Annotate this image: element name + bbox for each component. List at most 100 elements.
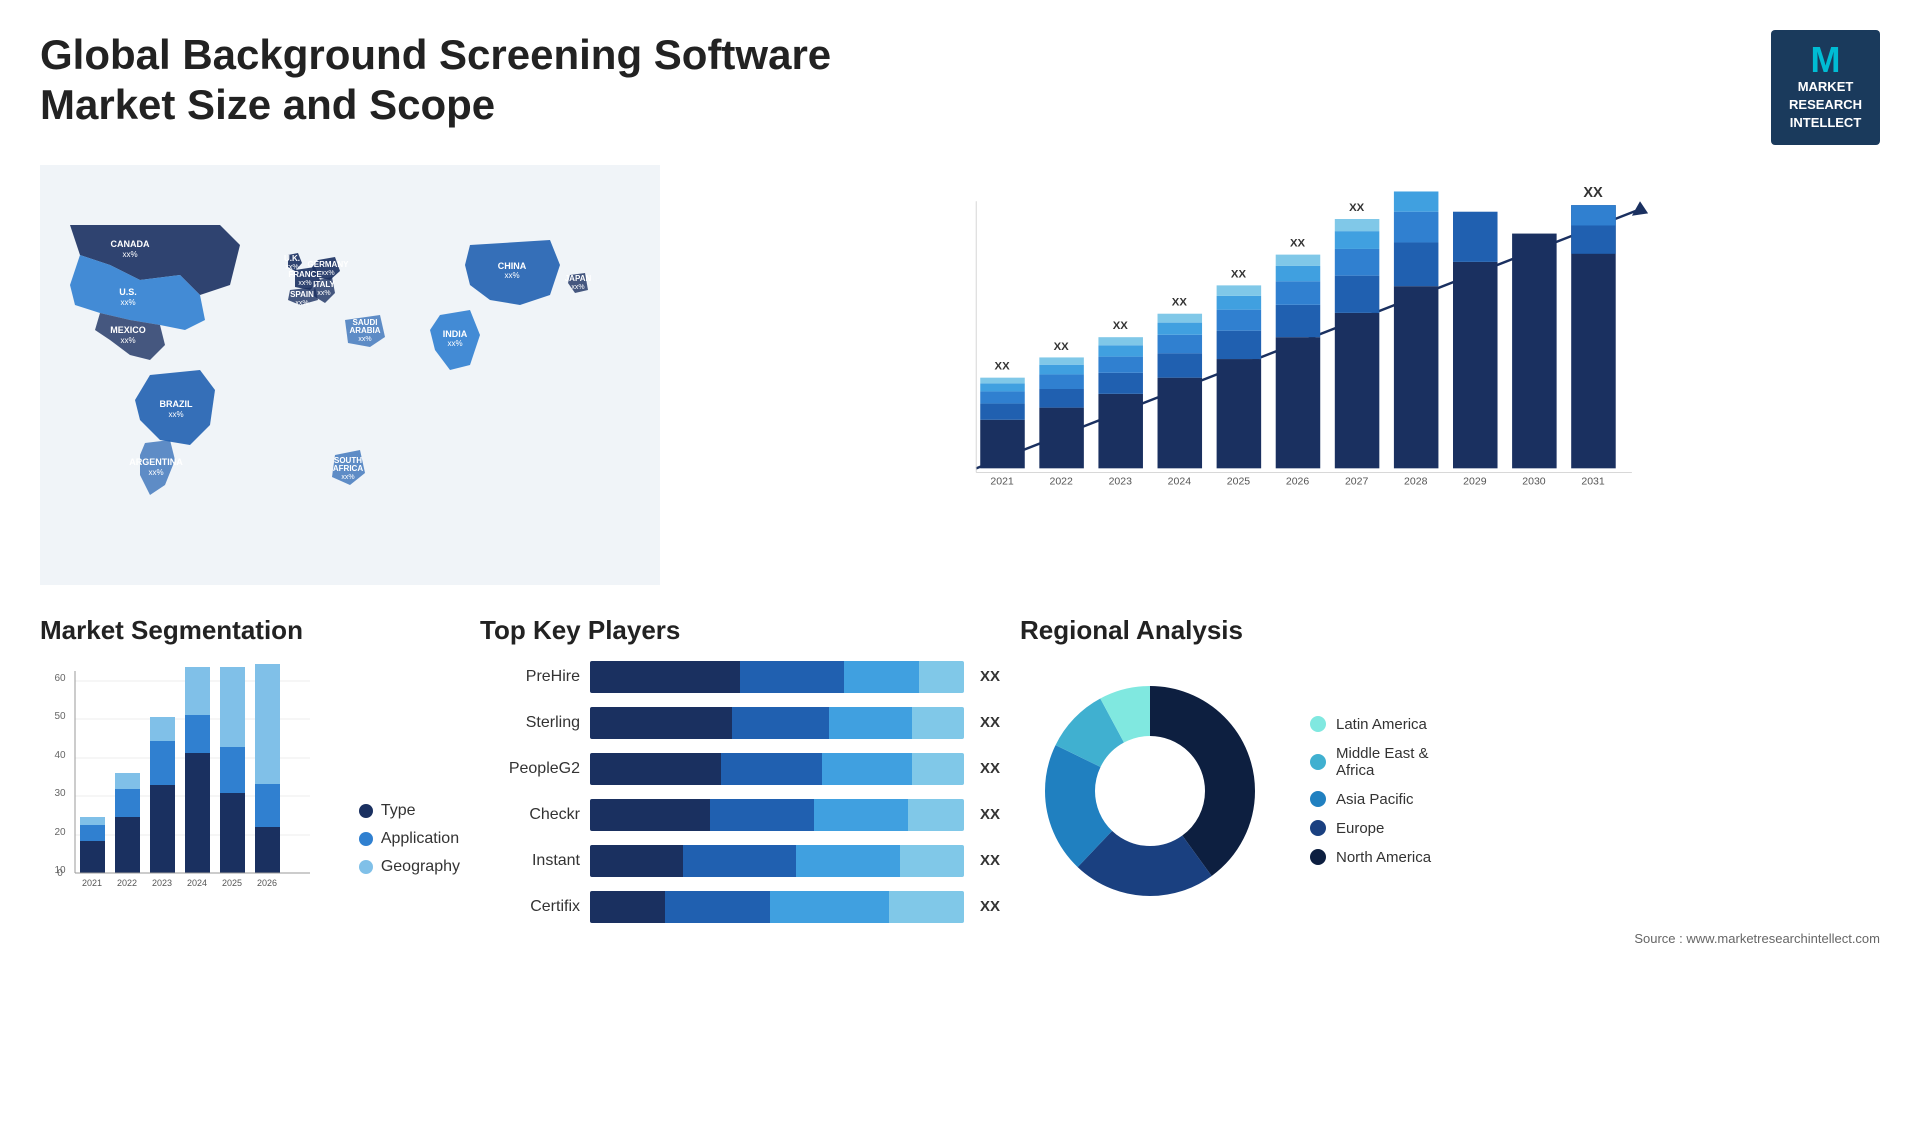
bar-2027: XX 2027 [1335, 201, 1380, 487]
page-container: Global Background Screening Software Mar… [0, 0, 1920, 1146]
checkr-seg2 [710, 799, 815, 831]
regional-section: Regional Analysis [1020, 615, 1880, 946]
sterling-seg1 [590, 707, 732, 739]
france-value: xx% [298, 280, 311, 287]
italy-label: ITALY [313, 280, 335, 289]
donut-svg [1020, 661, 1280, 921]
legend-asia-pacific: Asia Pacific [1310, 791, 1431, 808]
checkr-seg4 [908, 799, 964, 831]
player-row-sterling: Sterling XX [480, 707, 1000, 739]
seg-year-2022: 2022 [117, 878, 137, 888]
sterling-seg4 [912, 707, 964, 739]
header: Global Background Screening Software Mar… [40, 30, 1880, 145]
y-0: 0 [57, 868, 63, 879]
players-list: PreHire XX Sterling [480, 661, 1000, 923]
certifix-seg4 [889, 891, 964, 923]
argentina-value: xx% [148, 468, 163, 477]
logo-letter: M [1789, 42, 1862, 78]
instant-xx: XX [980, 852, 1000, 869]
peopleg2-seg4 [912, 753, 964, 785]
player-name-sterling: Sterling [480, 714, 580, 732]
player-name-certifix: Certifix [480, 898, 580, 916]
bar-chart-section: XX 2021 XX 2022 [680, 165, 1880, 585]
southafrica-value: xx% [341, 474, 354, 481]
peopleg2-seg2 [721, 753, 822, 785]
seg-year-2025: 2025 [222, 878, 242, 888]
legend-middle-east: Middle East &Africa [1310, 745, 1431, 779]
player-name-prehire: PreHire [480, 668, 580, 686]
logo-line3: INTELLECT [1790, 115, 1862, 130]
sterling-seg3 [829, 707, 911, 739]
segmentation-title: Market Segmentation [40, 615, 460, 646]
canada-label: CANADA [111, 239, 150, 249]
player-bar-peopleg2 [590, 753, 964, 785]
y-20: 20 [54, 827, 66, 838]
year-2029: 2029 [1463, 475, 1487, 487]
brazil-value: xx% [168, 410, 183, 419]
player-bar-sterling [590, 707, 964, 739]
argentina-label: ARGENTINA [129, 457, 183, 467]
legend-europe-label: Europe [1336, 820, 1384, 837]
legend-asia-pacific-dot [1310, 791, 1326, 807]
map-section: CANADA xx% U.S. xx% MEXICO xx% BRAZIL xx… [40, 165, 660, 585]
legend-application-label: Application [381, 830, 459, 848]
sterling-xx: XX [980, 714, 1000, 731]
germany-label: GERMANY [308, 260, 350, 269]
y-40: 40 [54, 750, 66, 761]
prehire-seg2 [740, 661, 845, 693]
player-row-certifix: Certifix XX [480, 891, 1000, 923]
instant-seg1 [590, 845, 683, 877]
legend-geography-label: Geography [381, 858, 460, 876]
page-title: Global Background Screening Software Mar… [40, 30, 940, 131]
saudi-label2: ARABIA [349, 326, 380, 335]
germany-value: xx% [321, 270, 334, 277]
year-2025: 2025 [1227, 475, 1251, 487]
certifix-xx: XX [980, 898, 1000, 915]
legend-application-dot [359, 832, 373, 846]
bottom-row: Market Segmentation 60 50 40 30 20 10 0 [40, 615, 1880, 946]
segmentation-section: Market Segmentation 60 50 40 30 20 10 0 [40, 615, 460, 946]
legend-latin-america-label: Latin America [1336, 716, 1427, 733]
sterling-seg2 [732, 707, 829, 739]
bar-label-2027: XX [1349, 201, 1365, 213]
player-bar-instant [590, 845, 964, 877]
bar-2030: 2030 [1512, 233, 1557, 487]
spain-label: SPAIN [290, 290, 314, 299]
world-map-svg: CANADA xx% U.S. xx% MEXICO xx% BRAZIL xx… [40, 165, 660, 585]
certifix-seg2 [665, 891, 770, 923]
year-2030: 2030 [1522, 475, 1546, 487]
bar-2021: XX 2021 [980, 360, 1025, 487]
year-2024: 2024 [1168, 475, 1192, 487]
legend-latin-america: Latin America [1310, 716, 1431, 733]
regional-content: Latin America Middle East &Africa Asia P… [1020, 661, 1880, 921]
legend-middle-east-dot [1310, 754, 1326, 770]
player-bar-certifix [590, 891, 964, 923]
players-section: Top Key Players PreHire XX Sterling [480, 615, 1000, 946]
legend-europe: Europe [1310, 820, 1431, 837]
player-name-instant: Instant [480, 852, 580, 870]
legend-north-america-label: North America [1336, 849, 1431, 866]
players-title: Top Key Players [480, 615, 1000, 646]
logo-area: M MARKET RESEARCH INTELLECT [1771, 30, 1880, 145]
bar-label-2031: XX [1583, 185, 1603, 201]
instant-seg2 [683, 845, 795, 877]
saudi-value: xx% [358, 336, 371, 343]
india-label: INDIA [443, 329, 468, 339]
year-2028: 2028 [1404, 475, 1428, 487]
japan-value: xx% [571, 284, 584, 291]
india-value: xx% [447, 339, 462, 348]
prehire-seg3 [844, 661, 919, 693]
bar-label-2025: XX [1231, 268, 1247, 280]
y-60: 60 [54, 673, 66, 684]
seg-year-2023: 2023 [152, 878, 172, 888]
prehire-seg4 [919, 661, 964, 693]
southafrica-label2: AFRICA [333, 464, 363, 473]
bar-label-2026: XX [1290, 237, 1306, 249]
bar-2031: XX 2031 [1571, 185, 1616, 487]
legend-geography-dot [359, 860, 373, 874]
seg-year-2026: 2026 [257, 878, 277, 888]
bar-2025: XX 2025 [1217, 268, 1262, 487]
bar-label-2022: XX [1054, 341, 1070, 353]
legend-north-america-dot [1310, 849, 1326, 865]
player-row-peopleg2: PeopleG2 XX [480, 753, 1000, 785]
